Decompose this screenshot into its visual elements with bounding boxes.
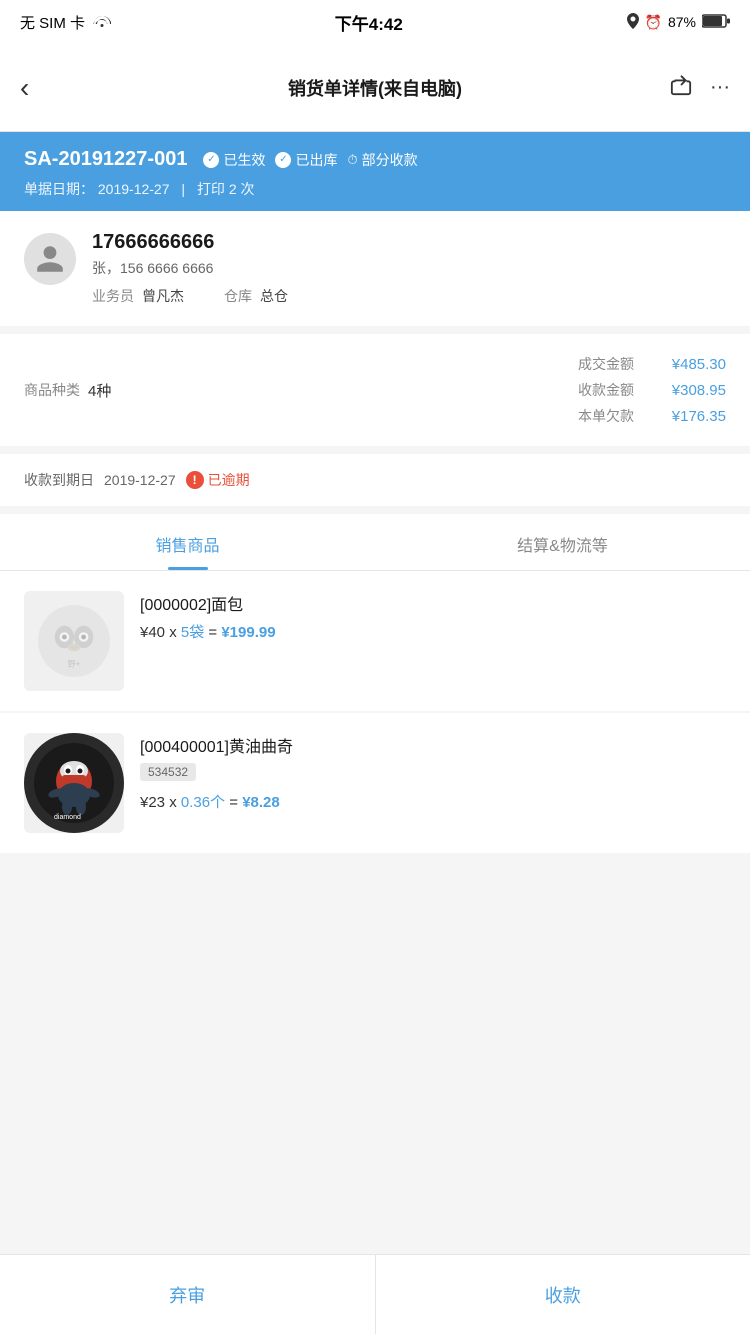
product-info-1: [0000002]面包 ¥40 x 5袋 = ¥199.99 <box>140 591 726 642</box>
wifi-icon <box>93 13 111 31</box>
product-info-2: [000400001]黄油曲奇 534532 ¥23 x 0.36个 = ¥8.… <box>140 733 726 812</box>
amount-row-2: 收款金额 ¥308.95 <box>578 380 726 400</box>
customer-avatar <box>24 233 76 285</box>
page-title: 销货单详情(来自电脑) <box>288 75 462 101</box>
clock-icon: ⏱ <box>347 152 357 168</box>
badge-effective: ✓ 已生效 <box>203 150 265 170</box>
check-icon-2: ✓ <box>275 152 291 168</box>
due-date-section: 收款到期日 2019-12-27 ! 已逾期 <box>0 454 750 514</box>
order-id: SA-20191227-001 <box>24 148 187 171</box>
overdue-badge: ! 已逾期 <box>186 470 250 490</box>
status-badges: ✓ 已生效 ✓ 已出库 ⏱ 部分收款 <box>203 150 417 170</box>
due-date-label: 收款到期日 <box>24 470 94 490</box>
more-icon[interactable]: ··· <box>710 76 730 99</box>
amount-row-3: 本单欠款 ¥176.35 <box>578 406 726 426</box>
amount-summary: 成交金额 ¥485.30 收款金额 ¥308.95 本单欠款 ¥176.35 <box>578 354 726 426</box>
product-price-line-1: ¥40 x 5袋 = ¥199.99 <box>140 621 726 642</box>
status-right: ⏰ 87% <box>627 13 730 32</box>
product-count: 商品种类 4种 <box>24 354 578 426</box>
product-item-2: diamond [000400001]黄油曲奇 534532 ¥23 x 0.3… <box>0 713 750 853</box>
battery-text: 87% <box>668 14 696 30</box>
customer-info: 17666666666 张，156 6666 6666 业务员 曾凡杰 仓库 总… <box>92 231 726 306</box>
status-time: 下午4:42 <box>335 10 403 35</box>
overdue-text: 已逾期 <box>208 470 250 490</box>
tabs-section: 销售商品 结算&物流等 <box>0 514 750 571</box>
tab-settlement[interactable]: 结算&物流等 <box>375 514 750 570</box>
product-item-1: 野+ [0000002]面包 ¥40 x 5袋 = ¥199.99 <box>0 571 750 711</box>
tab-sales-products[interactable]: 销售商品 <box>0 514 375 570</box>
customer-sub: 张，156 6666 6666 <box>92 258 726 278</box>
product-price-line-2: ¥23 x 0.36个 = ¥8.28 <box>140 791 726 812</box>
status-bar: 无 SIM 卡 下午4:42 ⏰ 87% <box>0 0 750 44</box>
svg-text:diamond: diamond <box>54 814 81 821</box>
summary-section: 商品种类 4种 成交金额 ¥485.30 收款金额 ¥308.95 本单欠款 ¥… <box>0 334 750 454</box>
badge-shipped: ✓ 已出库 <box>275 150 337 170</box>
share-icon[interactable] <box>670 74 692 102</box>
warehouse-meta: 仓库 总仓 <box>224 286 288 306</box>
customer-phone: 17666666666 <box>92 231 726 254</box>
check-icon-1: ✓ <box>203 152 219 168</box>
amount-row-1: 成交金额 ¥485.30 <box>578 354 726 374</box>
product-image-1: 野+ <box>24 591 124 691</box>
header-banner: SA-20191227-001 ✓ 已生效 ✓ 已出库 ⏱ 部分收款 单据日期：… <box>0 132 750 211</box>
status-left: 无 SIM 卡 <box>20 12 111 33</box>
nav-actions: ··· <box>670 74 730 102</box>
back-button[interactable]: ‹ <box>12 64 37 112</box>
svg-text:野+: 野+ <box>68 660 81 669</box>
header-date-row: 单据日期： 2019-12-27 | 打印 2 次 <box>24 179 726 199</box>
carrier-text: 无 SIM 卡 <box>20 12 85 33</box>
customer-section: 17666666666 张，156 6666 6666 业务员 曾凡杰 仓库 总… <box>0 211 750 334</box>
nav-bar: ‹ 销货单详情(来自电脑) ··· <box>0 44 750 132</box>
product-name-1: [0000002]面包 <box>140 591 726 615</box>
location-icon <box>627 13 639 32</box>
products-section: 野+ [0000002]面包 ¥40 x 5袋 = ¥199.99 <box>0 571 750 853</box>
overdue-icon: ! <box>186 471 204 489</box>
product-image-2: diamond <box>24 733 124 833</box>
battery-icon <box>702 14 730 31</box>
product-tag-2: 534532 <box>140 763 196 781</box>
alarm-icon: ⏰ <box>645 14 662 31</box>
due-date-value: 2019-12-27 <box>104 472 176 488</box>
badge-partial-payment: ⏱ 部分收款 <box>347 150 417 170</box>
customer-meta: 业务员 曾凡杰 仓库 总仓 <box>92 286 726 306</box>
product-thumbnail-2: diamond <box>24 733 124 833</box>
payment-button[interactable]: 收款 <box>376 1255 750 1334</box>
product-name-2: [000400001]黄油曲奇 <box>140 733 726 757</box>
salesperson-meta: 业务员 曾凡杰 <box>92 286 184 306</box>
action-bar: 弃审 收款 <box>0 1254 750 1334</box>
reject-button[interactable]: 弃审 <box>0 1255 376 1334</box>
bottom-spacer <box>0 855 750 935</box>
